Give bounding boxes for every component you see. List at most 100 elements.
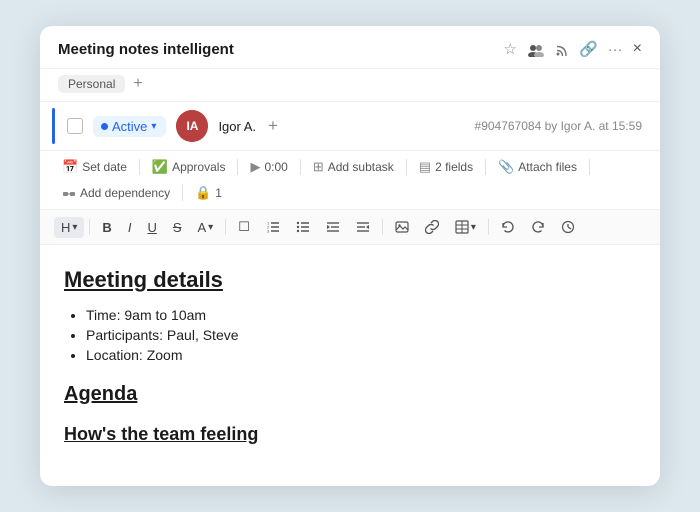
main-window: Meeting notes intelligent ☆ 🔗 ···: [40, 26, 660, 486]
more-icon[interactable]: ···: [608, 41, 623, 58]
toolbar-separator-2: [237, 159, 238, 175]
svg-text:3: 3: [267, 229, 270, 234]
image-button[interactable]: [388, 217, 416, 237]
heading-team-feeling: How's the team feeling: [64, 424, 636, 445]
list-item-location: Location: Zoom: [86, 347, 636, 363]
play-icon: ▶: [250, 159, 260, 175]
dependency-icon: [62, 185, 76, 201]
editor-sep-3: [382, 219, 383, 235]
attach-files-button[interactable]: 📎 Attach files: [494, 157, 581, 177]
table-icon: [455, 220, 469, 234]
heading-button[interactable]: H ▾: [54, 217, 84, 238]
attach-icon: 📎: [498, 159, 514, 175]
status-bar: Active ▾ IA Igor A. + #904767084 by Igor…: [40, 101, 660, 150]
editor-sep-1: [89, 219, 90, 235]
avatar: IA: [176, 110, 208, 142]
table-button[interactable]: ▾: [448, 217, 483, 237]
subtask-icon: ⊞: [313, 159, 324, 175]
fields-button[interactable]: ▤ 2 fields: [415, 157, 477, 177]
italic-button[interactable]: I: [121, 217, 139, 238]
set-date-label: Set date: [82, 160, 127, 174]
toolbar-separator-6: [589, 159, 590, 175]
personal-tag[interactable]: Personal: [58, 75, 125, 93]
title-icons: ☆ 🔗 ··· ×: [504, 40, 642, 58]
heading-label: H: [61, 220, 70, 235]
avatar-image: IA: [176, 110, 208, 142]
status-dot: [101, 123, 108, 130]
ordered-list-icon: 123: [266, 220, 280, 234]
heading-agenda: Agenda: [64, 383, 636, 406]
task-meta: #904767084 by Igor A. at 15:59: [475, 119, 642, 133]
editor-toolbar: H ▾ B I U S A ▾ ☐ 123: [40, 210, 660, 245]
indent-left-button[interactable]: [319, 217, 347, 237]
fields-label: 2 fields: [435, 160, 473, 174]
toolbar-separator-4: [406, 159, 407, 175]
bold-button[interactable]: B: [95, 217, 118, 238]
font-color-label: A: [198, 220, 207, 235]
undo-icon: [501, 220, 515, 234]
image-icon: [395, 220, 409, 234]
chevron-down-icon: ▾: [151, 121, 156, 132]
toolbar-separator-1: [139, 159, 140, 175]
heading-meeting-details: Meeting details: [64, 267, 636, 293]
clock-button[interactable]: [554, 217, 582, 237]
content-area[interactable]: Meeting details Time: 9am to 10am Partic…: [40, 245, 660, 486]
editor-sep-2: [225, 219, 226, 235]
checkbox-button[interactable]: ☐: [231, 216, 257, 238]
redo-button[interactable]: [524, 217, 552, 237]
toolbar: 📅 Set date ✅ Approvals ▶ 0:00 ⊞ Add subt…: [40, 150, 660, 210]
rss-icon[interactable]: [555, 41, 569, 58]
approvals-button[interactable]: ✅ Approvals: [148, 157, 230, 177]
toolbar-separator-3: [300, 159, 301, 175]
check-circle-icon: ✅: [152, 159, 168, 175]
status-accent: [52, 108, 55, 144]
add-user-button[interactable]: +: [268, 116, 278, 136]
undo-button[interactable]: [494, 217, 522, 237]
toolbar-separator-5: [485, 159, 486, 175]
add-dependency-label: Add dependency: [80, 186, 170, 200]
time-label: 0:00: [264, 160, 287, 174]
list-item-time: Time: 9am to 10am: [86, 307, 636, 323]
title-bar: Meeting notes intelligent ☆ 🔗 ···: [40, 26, 660, 69]
ordered-list-button[interactable]: 123: [259, 217, 287, 237]
tags-row: Personal +: [40, 69, 660, 101]
heading-chevron-icon: ▾: [72, 222, 77, 233]
add-dependency-button[interactable]: Add dependency: [58, 183, 174, 203]
font-color-button[interactable]: A ▾: [191, 217, 221, 238]
add-subtask-label: Add subtask: [328, 160, 394, 174]
window-title: Meeting notes intelligent: [58, 41, 496, 58]
star-icon[interactable]: ☆: [504, 40, 517, 58]
strikethrough-button[interactable]: S: [166, 217, 189, 238]
status-label: Active: [112, 119, 147, 134]
add-tag-button[interactable]: +: [133, 75, 142, 93]
lock-icon: 🔒: [195, 185, 211, 201]
approvals-label: Approvals: [172, 160, 225, 174]
indent-right-button[interactable]: [349, 217, 377, 237]
meeting-details-list: Time: 9am to 10am Participants: Paul, St…: [86, 307, 636, 363]
task-checkbox[interactable]: [67, 118, 83, 134]
indent-right-icon: [356, 220, 370, 234]
lock-button[interactable]: 🔒 1: [191, 183, 226, 203]
table-chevron-icon: ▾: [471, 222, 476, 233]
attach-files-label: Attach files: [518, 160, 577, 174]
status-badge[interactable]: Active ▾: [93, 116, 166, 137]
time-button[interactable]: ▶ 0:00: [246, 157, 291, 177]
add-subtask-button[interactable]: ⊞ Add subtask: [309, 157, 398, 177]
set-date-button[interactable]: 📅 Set date: [58, 157, 131, 177]
fields-icon: ▤: [419, 159, 431, 175]
users-icon[interactable]: [527, 41, 545, 58]
link-icon[interactable]: 🔗: [579, 40, 598, 58]
font-color-chevron-icon: ▾: [208, 222, 213, 233]
underline-button[interactable]: U: [140, 217, 163, 238]
bullet-list-icon: [296, 220, 310, 234]
toolbar-separator-7: [182, 185, 183, 201]
lock-label: 1: [215, 186, 222, 200]
list-item-participants: Participants: Paul, Steve: [86, 327, 636, 343]
bullet-list-button[interactable]: [289, 217, 317, 237]
clock-icon: [561, 220, 575, 234]
user-name: Igor A.: [218, 119, 256, 134]
editor-sep-4: [488, 219, 489, 235]
link-button[interactable]: [418, 217, 446, 237]
close-icon[interactable]: ×: [633, 40, 642, 58]
link-icon: [425, 220, 439, 234]
